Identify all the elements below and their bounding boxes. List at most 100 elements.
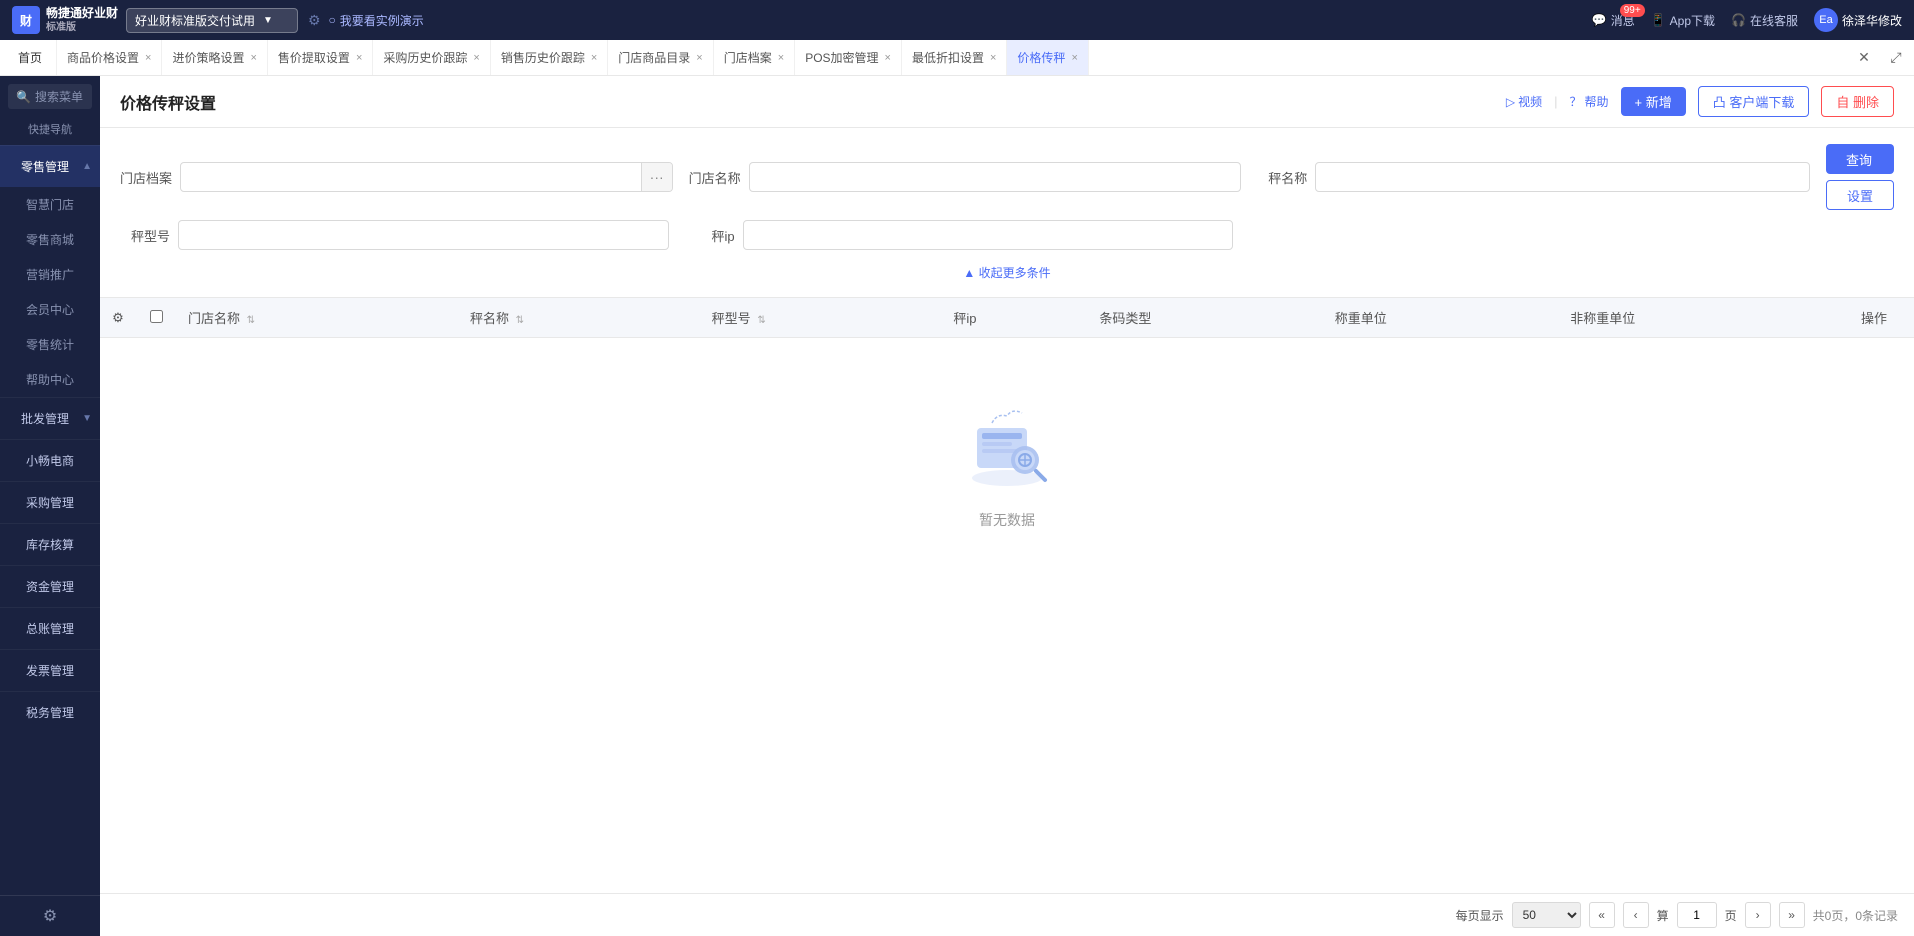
tab-close-icon[interactable]: × [591,52,597,64]
phone-icon: 📱 [1651,13,1666,27]
logo-icon: 财 [12,6,40,34]
app-download-action[interactable]: 📱 App下载 [1651,12,1715,29]
sidebar-bottom: ⚙ [0,895,100,936]
scale-name-field: 秤名称 [1257,162,1810,192]
sidebar-item-smart-store[interactable]: 智慧门店 [0,187,100,222]
tab-store-catalog[interactable]: 门店商品目录 × [608,40,713,76]
sidebar-item-wholesale[interactable]: 批发管理 ▼ [0,397,100,439]
scale-name-input[interactable] [1315,162,1810,192]
sidebar-item-retail[interactable]: 零售管理 ▲ [0,145,100,187]
sort-icon[interactable]: ⇅ [757,315,765,326]
sidebar: 🔍 搜索菜单 快捷导航 零售管理 ▲ 智慧门店 零售商城 营销推广 会员中心 零… [0,76,100,936]
wholesale-arrow-icon: ▼ [82,413,92,424]
video-link[interactable]: ▷ 视频 [1506,93,1542,110]
search-icon: 🔍 [16,90,31,104]
tab-close-icon[interactable]: × [778,52,784,64]
store-archive-input[interactable] [181,163,641,191]
store-name-label: 门店名称 [689,168,741,187]
sidebar-quick-nav[interactable]: 快捷导航 [0,117,100,145]
page-unit-label: 页 [1725,907,1737,924]
table-area: ⚙ 门店名称 ⇅ 秤名称 ⇅ [100,298,1914,936]
pagination-bar: 每页显示 50 10 20 100 « ‹ 算 页 › » 共0页，0条记录 [100,893,1914,936]
tab-store-file[interactable]: 门店档案 × [714,40,795,76]
sidebar-settings-icon[interactable]: ⚙ [43,906,57,926]
tab-close-icon[interactable]: × [145,52,151,64]
query-button[interactable]: 查询 [1826,144,1894,174]
page-size-select[interactable]: 50 10 20 100 [1512,902,1581,928]
th-store-name: 门店名称 ⇅ [176,298,458,338]
sidebar-item-tax[interactable]: 税务管理 [0,691,100,733]
settings-button[interactable]: 设置 [1826,180,1894,210]
sidebar-item-retail-stats[interactable]: 零售统计 [0,327,100,362]
version-selector[interactable]: 好业财标准版交付试用 ▼ [126,8,298,33]
sidebar-item-general-ledger[interactable]: 总账管理 [0,607,100,649]
online-service-action[interactable]: 🎧 在线客服 [1731,12,1798,29]
tab-close-icon[interactable]: × [885,52,891,64]
tab-sale-history[interactable]: 销售历史价跟踪 × [491,40,608,76]
tab-close-icon[interactable]: × [1071,52,1077,64]
tab-purchase-strategy[interactable]: 进价策略设置 × [162,40,267,76]
sidebar-item-member[interactable]: 会员中心 [0,292,100,327]
demo-icon: ○ [329,13,336,27]
scale-ip-input[interactable] [743,220,1234,250]
scale-ip-label: 秤ip [685,226,735,245]
store-archive-dots-btn[interactable]: ··· [641,163,672,191]
last-page-btn[interactable]: » [1779,902,1805,928]
delete-button[interactable]: 自 删除 [1821,86,1894,117]
tab-home[interactable]: 首页 [4,40,57,76]
tab-close-icon[interactable]: × [696,52,702,64]
tab-close-icon[interactable]: × [473,52,479,64]
dropdown-arrow-icon: ▼ [263,15,273,26]
header-left: 财 畅捷通好业财 标准版 好业财标准版交付试用 ▼ ⚙ ○ 我要看实例演示 [12,6,424,35]
tab-min-discount[interactable]: 最低折扣设置 × [902,40,1007,76]
search-form: 门店档案 ··· 门店名称 秤名称 查询 设置 [100,128,1914,298]
user-profile[interactable]: Ea 徐泽华修改 [1814,8,1902,32]
sidebar-item-purchase[interactable]: 采购管理 [0,481,100,523]
scale-model-input[interactable] [178,220,669,250]
sidebar-search-btn[interactable]: 🔍 搜索菜单 [8,84,92,109]
add-button[interactable]: + 新增 [1621,87,1686,116]
tab-pos-manage[interactable]: POS加密管理 × [795,40,902,76]
collapse-btn[interactable]: ▲ 收起更多条件 [120,260,1894,289]
sidebar-item-help-center[interactable]: 帮助中心 [0,362,100,397]
tab-purchase-history[interactable]: 采购历史价跟踪 × [373,40,490,76]
sidebar-item-invoice[interactable]: 发票管理 [0,649,100,691]
scale-model-label: 秤型号 [120,226,170,245]
sidebar-item-finance[interactable]: 资金管理 [0,565,100,607]
prev-page-btn[interactable]: ‹ [1623,902,1649,928]
content-area: 价格传秤设置 ▷ 视频 | ？ 帮助 + 新增 凸 客户端下载 自 删除 [100,76,1914,936]
tab-expand-btn[interactable]: ⤢ [1882,44,1910,72]
download-client-button[interactable]: 凸 客户端下载 [1698,86,1810,117]
tab-price-scale[interactable]: 价格传秤 × [1007,40,1088,76]
sidebar-item-retail-mall[interactable]: 零售商城 [0,222,100,257]
tab-price[interactable]: 商品价格设置 × [57,40,162,76]
tab-close-icon[interactable]: × [356,52,362,64]
first-page-btn[interactable]: « [1589,902,1615,928]
form-row-1: 门店档案 ··· 门店名称 秤名称 查询 设置 [120,144,1894,210]
page-header: 价格传秤设置 ▷ 视频 | ？ 帮助 + 新增 凸 客户端下载 自 删除 [100,76,1914,128]
th-checkbox[interactable] [136,298,176,338]
tab-close-window-btn[interactable]: ✕ [1850,44,1878,72]
sort-icon[interactable]: ⇅ [516,315,524,326]
store-name-input[interactable] [749,162,1242,192]
tab-close-icon[interactable]: × [250,52,256,64]
demo-link[interactable]: ○ 我要看实例演示 [329,12,424,29]
th-settings[interactable]: ⚙ [100,298,136,338]
select-all-checkbox[interactable] [150,310,163,323]
next-page-btn[interactable]: › [1745,902,1771,928]
tab-close-icon[interactable]: × [990,52,996,64]
tab-sale-strategy[interactable]: 售价提取设置 × [268,40,373,76]
store-archive-input-wrap: ··· [180,162,673,192]
sidebar-item-xiaochang[interactable]: 小畅电商 [0,439,100,481]
settings-icon: ⚙ [112,310,124,325]
retail-arrow-icon: ▲ [82,161,92,172]
sort-icon[interactable]: ⇅ [247,315,255,326]
sidebar-item-inventory[interactable]: 库存核算 [0,523,100,565]
question-icon: ？ [1570,93,1582,110]
sidebar-item-marketing[interactable]: 营销推广 [0,257,100,292]
message-action[interactable]: 💬 消息 99+ [1592,12,1635,29]
page-number-input[interactable] [1677,902,1717,928]
settings-gear-icon[interactable]: ⚙ [308,12,321,29]
help-link[interactable]: ？ 帮助 [1570,93,1609,110]
page-size-label: 每页显示 [1456,907,1504,924]
